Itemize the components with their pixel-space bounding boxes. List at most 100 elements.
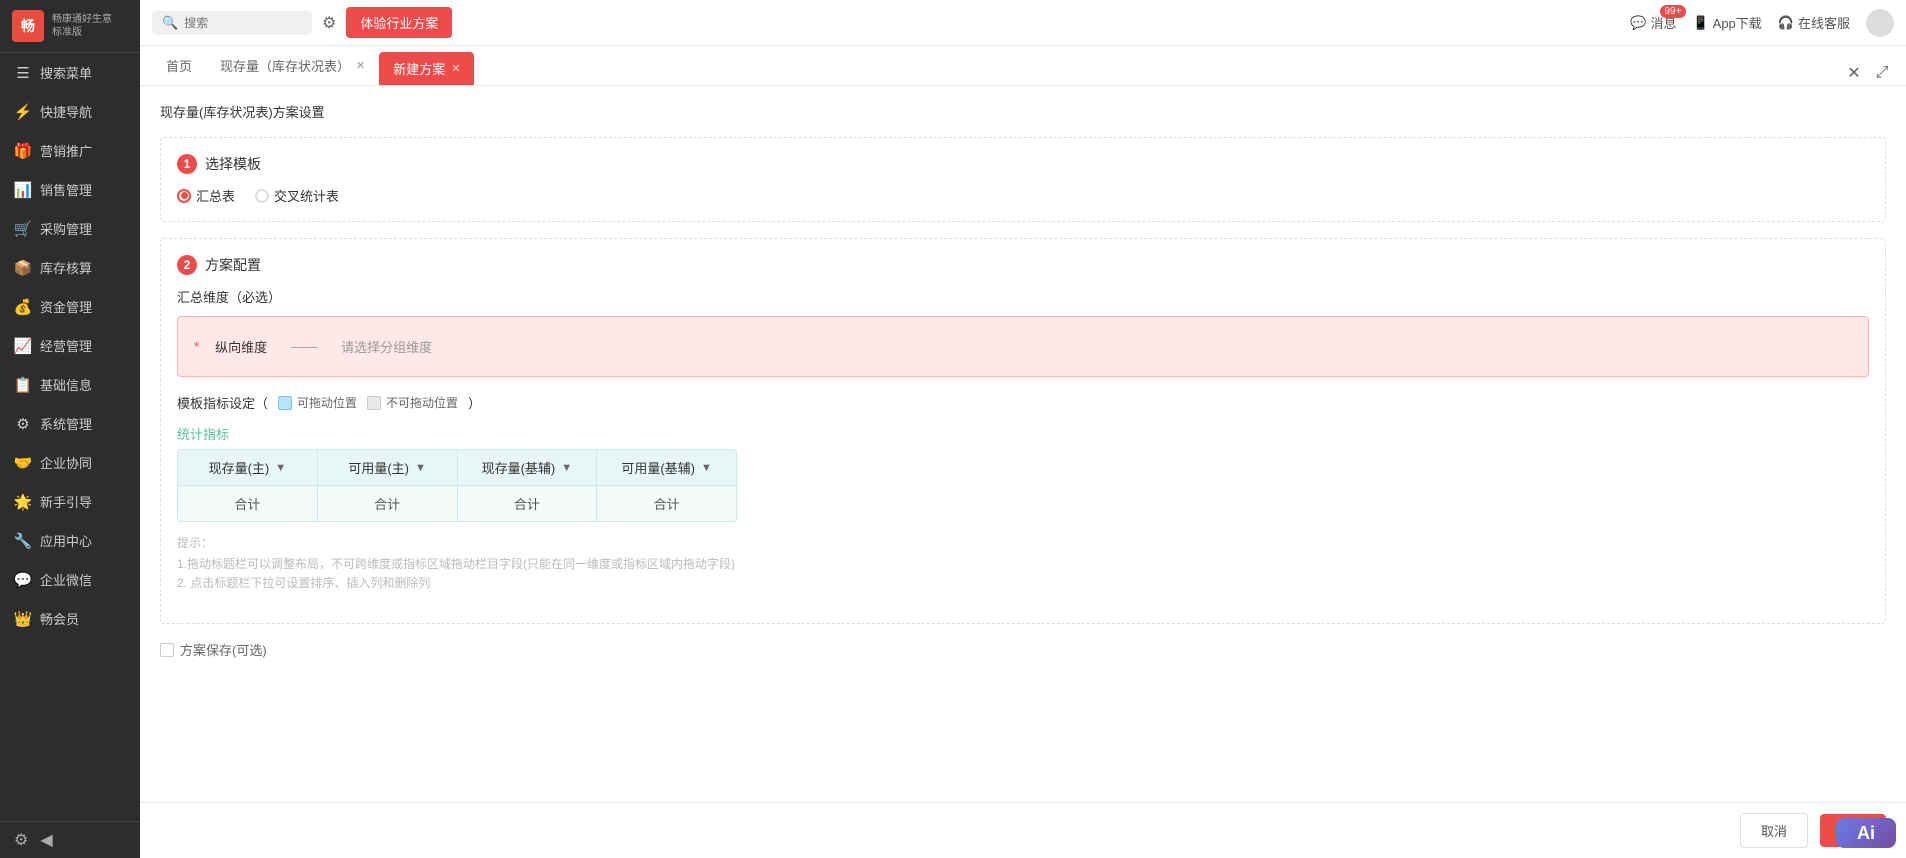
newuser-icon: 🌟 bbox=[14, 493, 32, 511]
window-expand-button[interactable]: ⤢ bbox=[1870, 61, 1894, 85]
tabs-bar: 首页 现存量（库存状况表） ✕ 新建方案 ✕ ✕ ⤢ bbox=[140, 46, 1906, 86]
radio-summary-dot bbox=[177, 189, 191, 203]
mobile-icon: 📱 bbox=[1692, 15, 1708, 31]
tips-title: 提示： bbox=[177, 534, 1869, 551]
topbar: 🔍 ⚙ 体验行业方案 💬 消息 99+ 📱 App下载 🎧 在线客服 bbox=[140, 0, 1906, 46]
tab-new-close-icon[interactable]: ✕ bbox=[451, 62, 460, 75]
step2-num: 2 bbox=[177, 255, 197, 275]
chevron-col2-icon: ▼ bbox=[561, 462, 572, 474]
save-scheme-checkbox[interactable] bbox=[160, 643, 174, 657]
search-box[interactable]: 🔍 bbox=[152, 11, 312, 35]
wechat-icon: 💬 bbox=[14, 571, 32, 589]
step2-title: 方案配置 bbox=[205, 255, 261, 275]
app-download-button[interactable]: 📱 App下载 bbox=[1692, 13, 1761, 32]
sidebar-item-sales[interactable]: 📊 销售管理 bbox=[0, 170, 140, 209]
col-available-main[interactable]: 可用量(主) ▼ bbox=[318, 450, 458, 485]
sidebar-item-purchase[interactable]: 🛒 采购管理 bbox=[0, 209, 140, 248]
cancel-button[interactable]: 取消 bbox=[1740, 813, 1808, 848]
sidebar-bottom: ⚙ ◀ bbox=[0, 821, 140, 858]
legend-not-draggable: 不可拖动位置 bbox=[367, 394, 458, 411]
operations-icon: 📈 bbox=[14, 337, 32, 355]
sidebar-item-operations[interactable]: 📈 经营管理 bbox=[0, 326, 140, 365]
message-badge: 99+ bbox=[1660, 5, 1687, 18]
sidebar-logo: 畅 畅康通好生意 标准版 bbox=[0, 0, 140, 53]
dimension-config-area[interactable]: * 纵向维度 —— 请选择分组维度 bbox=[177, 316, 1869, 377]
summary-dimension-label: 汇总维度（必选） bbox=[177, 287, 1869, 306]
sidebar-nav: ☰ 搜索菜单 ⚡ 快捷导航 🎁 营销推广 📊 销售管理 🛒 采购管理 📦 库存核… bbox=[0, 53, 140, 821]
radio-crosstab[interactable]: 交叉统计表 bbox=[255, 186, 339, 205]
step2-header: 2 方案配置 bbox=[177, 255, 1869, 275]
page-title: 现存量(库存状况表)方案设置 bbox=[160, 102, 1886, 121]
cooperation-icon: 🤝 bbox=[14, 454, 32, 472]
sidebar-item-wechat[interactable]: 💬 企业微信 bbox=[0, 560, 140, 599]
cell-3: 合计 bbox=[597, 486, 736, 521]
stats-table-header: 现存量(主) ▼ 可用量(主) ▼ 现存量(基辅) ▼ 可用量(基辅) bbox=[178, 450, 736, 485]
help-icon[interactable]: ◀ bbox=[40, 830, 52, 850]
message-button[interactable]: 💬 消息 99+ bbox=[1630, 13, 1676, 32]
tip-item-0: 1.拖动标题栏可以调整布局，不可跨维度或指标区域拖动栏目字段(只能在同一维度或指… bbox=[177, 555, 1869, 572]
message-icon: 💬 bbox=[1630, 15, 1646, 31]
service-icon: 🎧 bbox=[1778, 15, 1794, 31]
sales-icon: 📊 bbox=[14, 181, 32, 199]
dimension-row: * 纵向维度 —— 请选择分组维度 bbox=[194, 337, 1852, 356]
marketing-icon: 🎁 bbox=[14, 142, 32, 160]
inventory-icon: 📦 bbox=[14, 259, 32, 277]
col-current-aux[interactable]: 现存量(基辅) ▼ bbox=[458, 450, 598, 485]
gear-icon[interactable]: ⚙ bbox=[322, 13, 336, 33]
search-input[interactable] bbox=[184, 16, 302, 30]
finance-icon: 💰 bbox=[14, 298, 32, 316]
save-scheme-row: 方案保存(可选) bbox=[160, 640, 1886, 659]
purchase-icon: 🛒 bbox=[14, 220, 32, 238]
sidebar-item-finance[interactable]: 💰 资金管理 bbox=[0, 287, 140, 326]
not-draggable-legend-box bbox=[367, 396, 381, 410]
cell-0: 合计 bbox=[178, 486, 318, 521]
sidebar-item-newuser[interactable]: 🌟 新手引导 bbox=[0, 482, 140, 521]
radio-summary-table[interactable]: 汇总表 bbox=[177, 186, 235, 205]
template-radio-group: 汇总表 交叉统计表 bbox=[177, 186, 1869, 205]
app-name: 畅康通好生意 标准版 bbox=[52, 13, 112, 39]
main-area: 🔍 ⚙ 体验行业方案 💬 消息 99+ 📱 App下载 🎧 在线客服 首页 bbox=[140, 0, 1906, 858]
content-inner: 现存量(库存状况表)方案设置 1 选择模板 汇总表 交叉统计表 bbox=[140, 86, 1906, 802]
sidebar-item-quicknav[interactable]: ⚡ 快捷导航 bbox=[0, 92, 140, 131]
ai-button[interactable]: Ai bbox=[1836, 818, 1896, 848]
sidebar-item-membership[interactable]: 👑 畅会员 bbox=[0, 599, 140, 638]
chevron-col1-icon: ▼ bbox=[415, 462, 426, 474]
sidebar-item-marketing[interactable]: 🎁 营销推广 bbox=[0, 131, 140, 170]
indicator-label-row: 模板指标设定（ 可拖动位置 不可拖动位置 ） bbox=[177, 393, 1869, 412]
radio-crosstab-dot bbox=[255, 189, 269, 203]
search-icon: 🔍 bbox=[162, 15, 178, 31]
sidebar: 畅 畅康通好生意 标准版 ☰ 搜索菜单 ⚡ 快捷导航 🎁 营销推广 📊 销售管理… bbox=[0, 0, 140, 858]
dash-separator: —— bbox=[291, 339, 317, 354]
tab-inventory-status[interactable]: 现存量（库存状况表） ✕ bbox=[206, 48, 379, 85]
trial-industry-button[interactable]: 体验行业方案 bbox=[346, 7, 452, 38]
sidebar-item-inventory[interactable]: 📦 库存核算 bbox=[0, 248, 140, 287]
sidebar-item-appcenter[interactable]: 🔧 应用中心 bbox=[0, 521, 140, 560]
col-current-main[interactable]: 现存量(主) ▼ bbox=[178, 450, 318, 485]
user-avatar[interactable] bbox=[1866, 9, 1894, 37]
online-service-button[interactable]: 🎧 在线客服 bbox=[1778, 13, 1850, 32]
system-icon: ⚙ bbox=[14, 415, 32, 433]
dimension-placeholder: 请选择分组维度 bbox=[341, 337, 432, 356]
tab-home[interactable]: 首页 bbox=[152, 48, 206, 85]
window-controls: ✕ ⤢ bbox=[1842, 61, 1894, 85]
sidebar-item-basic-info[interactable]: 📋 基础信息 bbox=[0, 365, 140, 404]
sidebar-item-cooperation[interactable]: 🤝 企业协同 bbox=[0, 443, 140, 482]
draggable-legend-box bbox=[278, 396, 292, 410]
tab-inventory-close-icon[interactable]: ✕ bbox=[356, 59, 365, 72]
sidebar-item-system[interactable]: ⚙ 系统管理 bbox=[0, 404, 140, 443]
save-scheme-label: 方案保存(可选) bbox=[180, 640, 267, 659]
cell-1: 合计 bbox=[318, 486, 458, 521]
window-close-button[interactable]: ✕ bbox=[1842, 61, 1866, 85]
sidebar-item-search[interactable]: ☰ 搜索菜单 bbox=[0, 53, 140, 92]
basic-info-icon: 📋 bbox=[14, 376, 32, 394]
step1-title: 选择模板 bbox=[205, 154, 261, 174]
tab-new-scheme[interactable]: 新建方案 ✕ bbox=[379, 52, 474, 85]
col-available-aux[interactable]: 可用量(基辅) ▼ bbox=[597, 450, 736, 485]
legend-draggable: 可拖动位置 bbox=[278, 394, 357, 411]
settings-icon[interactable]: ⚙ bbox=[14, 830, 28, 850]
app-logo-icon: 畅 bbox=[12, 10, 44, 42]
topbar-right: 💬 消息 99+ 📱 App下载 🎧 在线客服 bbox=[1630, 9, 1894, 37]
step1-num: 1 bbox=[177, 154, 197, 174]
vertical-dim-label: 纵向维度 bbox=[215, 337, 267, 356]
step1-section: 1 选择模板 汇总表 交叉统计表 bbox=[160, 137, 1886, 222]
